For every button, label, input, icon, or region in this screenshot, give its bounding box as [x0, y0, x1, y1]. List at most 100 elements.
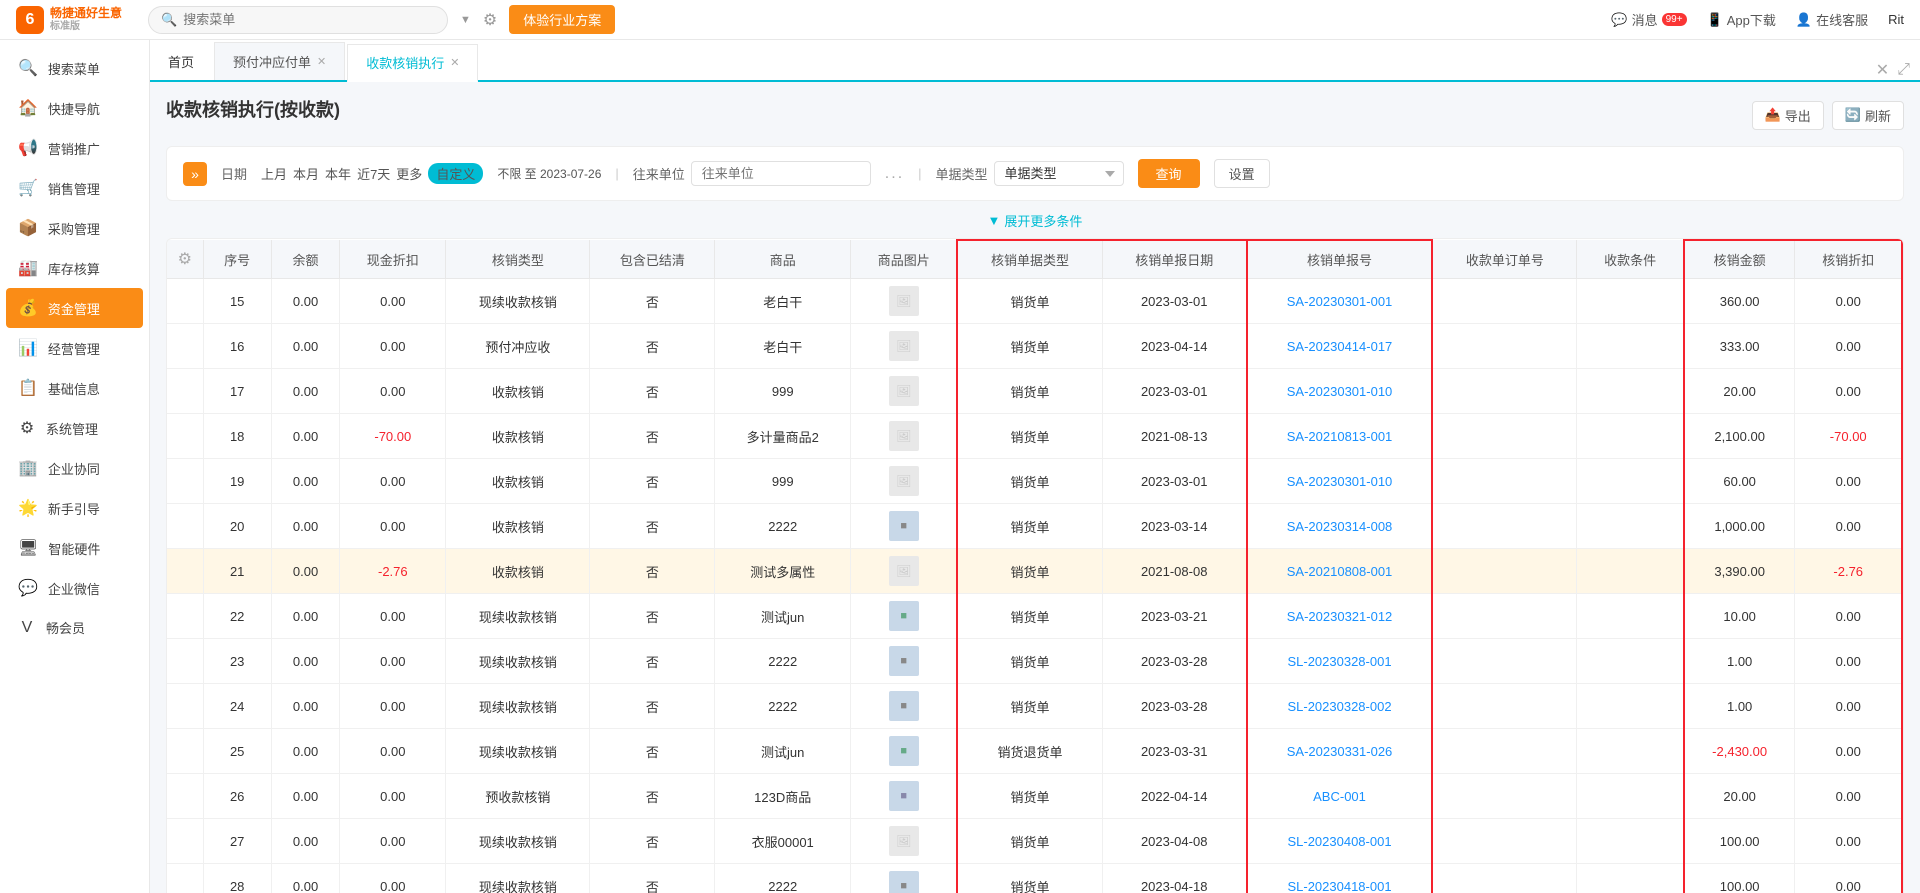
- sidebar-item-marketing[interactable]: 📢营销推广: [0, 128, 149, 168]
- online-service-btn[interactable]: 👤 在线客服: [1796, 10, 1868, 29]
- date-opt-prev-month[interactable]: 上月: [261, 164, 287, 183]
- filter-expand-btn[interactable]: »: [183, 162, 207, 186]
- cell-verify-bill-date: 2021-08-08: [1102, 549, 1247, 594]
- cell-verify-bill-type: 销货单: [957, 594, 1102, 639]
- cell-verify-amount: 10.00: [1684, 594, 1795, 639]
- cell-receipt-condition: [1577, 684, 1684, 729]
- table-row: 27 0.00 0.00 现续收款核销 否 衣服00001 🖼 销货单 2023…: [167, 819, 1902, 864]
- cell-cash-discount: 0.00: [340, 639, 446, 684]
- filter-dots: ...: [885, 165, 904, 183]
- cell-receipt-condition: [1577, 594, 1684, 639]
- goods-img: ■: [889, 511, 919, 541]
- cell-verify-bill-no[interactable]: SA-20230414-017: [1247, 324, 1432, 369]
- username[interactable]: Rit: [1888, 12, 1904, 27]
- cell-verify-bill-no[interactable]: ABC-001: [1247, 774, 1432, 819]
- sidebar-item-quick-nav[interactable]: 🏠快捷导航: [0, 88, 149, 128]
- bill-type-select[interactable]: 单据类型: [994, 161, 1124, 186]
- cell-verify-bill-date: 2021-08-13: [1102, 414, 1247, 459]
- cell-verify-bill-no[interactable]: SA-20230314-008: [1247, 504, 1432, 549]
- cell-settings: [167, 639, 203, 684]
- cell-verify-bill-no[interactable]: SA-20230321-012: [1247, 594, 1432, 639]
- cell-balance: 0.00: [271, 639, 339, 684]
- cell-verify-amount: 100.00: [1684, 864, 1795, 893]
- message-btn[interactable]: 💬 消息 99+: [1611, 10, 1686, 29]
- cell-receipt-condition: [1577, 324, 1684, 369]
- cell-seq: 15: [203, 279, 271, 324]
- sidebar-item-operation[interactable]: 📊经营管理: [0, 328, 149, 368]
- cell-verify-bill-no[interactable]: SA-20210813-001: [1247, 414, 1432, 459]
- maximize-icon[interactable]: ⤢: [1897, 61, 1910, 79]
- sidebar-item-purchase[interactable]: 📦采购管理: [0, 208, 149, 248]
- refresh-btn[interactable]: 🔄 刷新: [1832, 101, 1904, 130]
- cell-verify-bill-no[interactable]: SA-20230301-010: [1247, 459, 1432, 504]
- cell-balance: 0.00: [271, 414, 339, 459]
- cell-verify-bill-no[interactable]: SL-20230328-002: [1247, 684, 1432, 729]
- tab-prepay[interactable]: 预付冲应付单 ✕: [214, 42, 345, 80]
- query-btn[interactable]: 查询: [1138, 159, 1200, 188]
- sidebar-item-finance[interactable]: 💰资金管理: [6, 288, 143, 328]
- cell-verify-bill-no[interactable]: SL-20230408-001: [1247, 819, 1432, 864]
- gear-icon[interactable]: ⚙: [483, 10, 497, 30]
- col-verify-bill-type: 核销单据类型: [957, 240, 1102, 279]
- cell-cash-discount: 0.00: [340, 729, 446, 774]
- col-cash-discount: 现金折扣: [340, 240, 446, 279]
- industry-btn[interactable]: 体验行业方案: [509, 5, 615, 34]
- sidebar-item-enterprise[interactable]: 🏢企业协同: [0, 448, 149, 488]
- col-goods: 商品: [715, 240, 851, 279]
- cell-verify-bill-no[interactable]: SL-20230328-001: [1247, 639, 1432, 684]
- cell-settings: [167, 729, 203, 774]
- cell-verify-bill-no[interactable]: SA-20230301-010: [1247, 369, 1432, 414]
- search-input[interactable]: [183, 12, 435, 27]
- cell-verify-bill-date: 2023-03-21: [1102, 594, 1247, 639]
- app-download-btn[interactable]: 📱 App下载: [1707, 10, 1776, 29]
- tab-collect-close[interactable]: ✕: [450, 56, 459, 69]
- date-opt-7days[interactable]: 近7天: [357, 164, 390, 183]
- bill-type-wrap: 单据类型 单据类型: [936, 161, 1124, 186]
- cell-seq: 18: [203, 414, 271, 459]
- cell-included-settled: 否: [590, 819, 715, 864]
- cell-settings: [167, 684, 203, 729]
- cell-verify-bill-no[interactable]: SA-20210808-001: [1247, 549, 1432, 594]
- cell-verify-bill-no[interactable]: SL-20230418-001: [1247, 864, 1432, 893]
- tab-prepay-close[interactable]: ✕: [317, 55, 326, 68]
- cell-verify-discount: -70.00: [1795, 414, 1902, 459]
- sidebar-item-system[interactable]: ⚙系统管理: [0, 408, 149, 448]
- tab-home[interactable]: 首页: [150, 42, 212, 80]
- sidebar-item-search[interactable]: 🔍搜索菜单: [0, 48, 149, 88]
- cell-settings: [167, 594, 203, 639]
- download-icon: 📱: [1707, 12, 1723, 28]
- sidebar-item-member[interactable]: V畅会员: [0, 608, 149, 647]
- bill-type-label: 单据类型: [936, 164, 988, 183]
- export-btn[interactable]: 📤 导出: [1752, 101, 1824, 130]
- main-content: 首页 预付冲应付单 ✕ 收款核销执行 ✕ ✕ ⤢ 收款核销执行(按收款) 📤: [150, 40, 1920, 893]
- filter-settings-btn[interactable]: 设置: [1214, 159, 1270, 188]
- cell-goods: 2222: [715, 864, 851, 893]
- from-unit-input[interactable]: [691, 161, 871, 186]
- sidebar-item-label: 销售管理: [48, 179, 100, 198]
- sidebar-item-hardware[interactable]: 🖥智能硬件: [0, 528, 149, 568]
- column-settings-icon[interactable]: ⚙: [178, 251, 192, 268]
- cell-verify-bill-date: 2023-03-01: [1102, 369, 1247, 414]
- sidebar-item-label: 搜索菜单: [48, 59, 100, 78]
- expand-more-bar[interactable]: ▼ 展开更多条件: [166, 211, 1904, 230]
- sidebar-item-wechat[interactable]: 💬企业微信: [0, 568, 149, 608]
- close-window-icon[interactable]: ✕: [1876, 60, 1889, 80]
- sidebar-item-inventory[interactable]: 🏭库存核算: [0, 248, 149, 288]
- cell-verify-amount: 3,390.00: [1684, 549, 1795, 594]
- date-opt-this-year[interactable]: 本年: [325, 164, 351, 183]
- cell-verify-bill-no[interactable]: SA-20230301-001: [1247, 279, 1432, 324]
- cell-verify-bill-no[interactable]: SA-20230331-026: [1247, 729, 1432, 774]
- search-bar[interactable]: 🔍: [148, 6, 448, 34]
- tab-collect[interactable]: 收款核销执行 ✕: [347, 44, 478, 82]
- date-opt-more[interactable]: 更多: [396, 164, 422, 183]
- sidebar-item-basic-info[interactable]: 📋基础信息: [0, 368, 149, 408]
- sidebar-item-label: 企业微信: [48, 579, 100, 598]
- date-opt-this-month[interactable]: 本月: [293, 164, 319, 183]
- cell-cash-discount: 0.00: [340, 324, 446, 369]
- cell-receipt-order-no: [1432, 639, 1577, 684]
- date-custom-btn[interactable]: 自定义: [428, 163, 483, 184]
- cell-included-settled: 否: [590, 774, 715, 819]
- filter-sep2: |: [918, 166, 921, 181]
- sidebar-item-sales[interactable]: 🛒销售管理: [0, 168, 149, 208]
- sidebar-item-guide[interactable]: 🌟新手引导: [0, 488, 149, 528]
